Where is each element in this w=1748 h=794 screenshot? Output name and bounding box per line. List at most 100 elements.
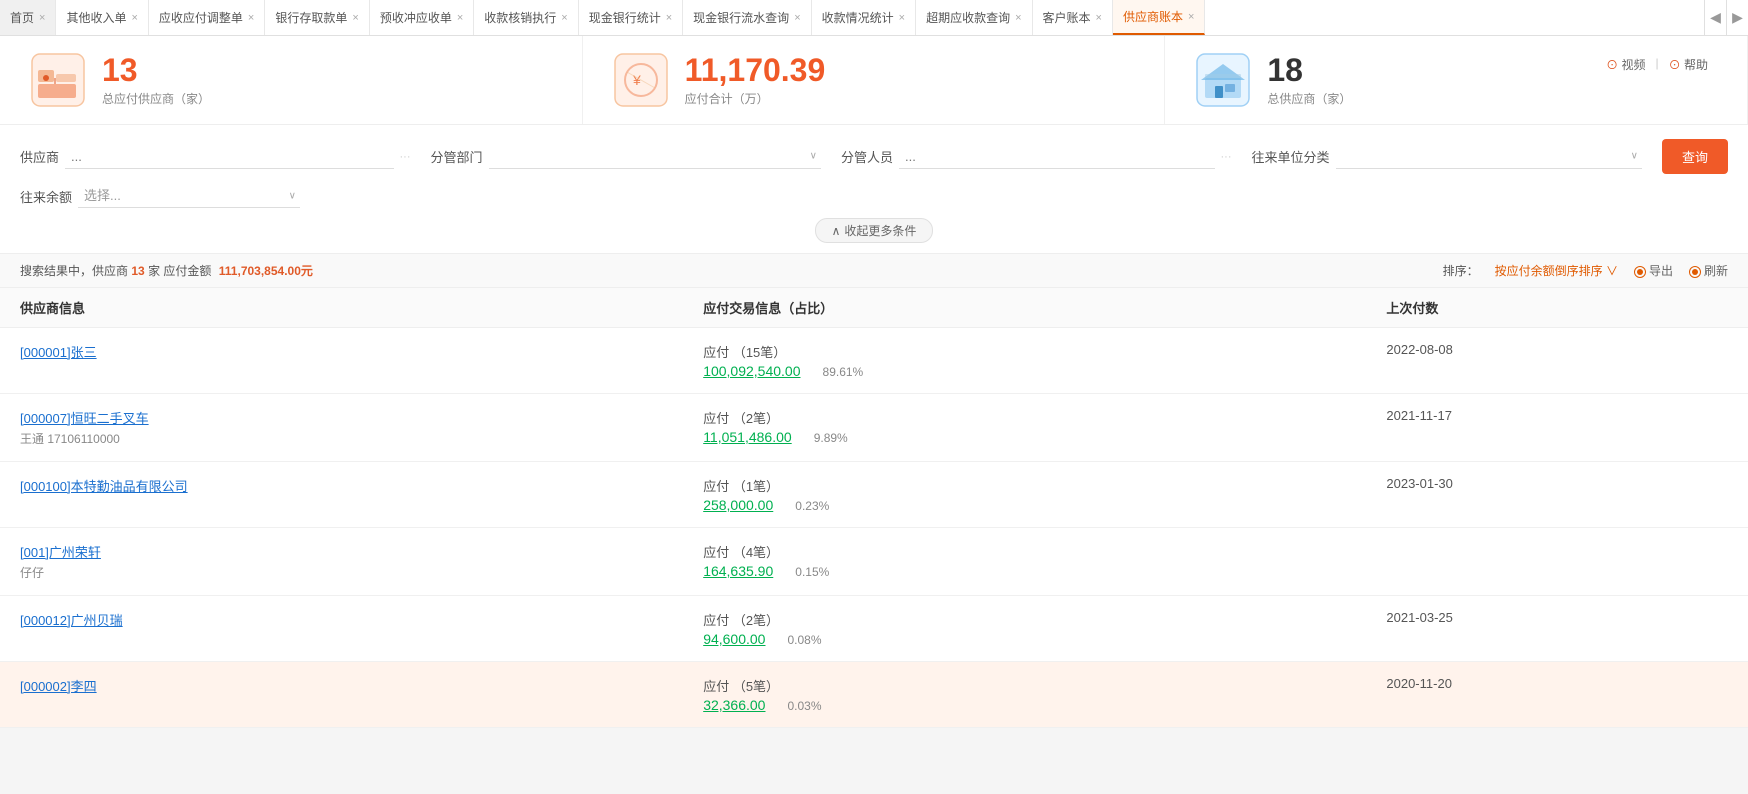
nav-tab-close-cash-bank-stat[interactable]: × [666,12,672,24]
table-row: [000007]恒旺二手叉车 王通 17106110000 应付 （2笔） 11… [0,394,1748,462]
supplier-link-1[interactable]: [000007]恒旺二手叉车 [20,411,149,426]
query-button[interactable]: 查询 [1662,139,1728,174]
ap-label-0: 应付 （15笔） [703,342,1386,361]
video-link[interactable]: ⊙ 视频 [1606,56,1645,73]
collapse-bar: ∧ 收起更多条件 [20,218,1728,243]
help-icon: ⊙ [1669,58,1681,72]
sort-select[interactable]: 按应付余额倒序排序 ∨ [1495,262,1618,279]
supplier-link-0[interactable]: [000001]张三 [20,345,97,360]
nav-tab-other-income[interactable]: 其他收入单 × [56,0,148,35]
person-input-dots: ··· [1221,151,1232,163]
ap-percent-1: 9.89% [814,431,848,445]
nav-arrows: ◀ ▶ [1704,0,1748,36]
nav-tab-label: 其他收入单 [66,9,126,26]
balance-select-wrap: 选择... ∨ [78,184,300,208]
nav-tab-close-cash-flow-query[interactable]: × [794,12,800,24]
last-payment-cell-4: 2021-03-25 [1386,610,1728,625]
supplier-input-dots: ··· [400,151,411,163]
nav-tab-close-home[interactable]: × [39,12,45,24]
supplier-cell-1: [000007]恒旺二手叉车 王通 17106110000 [20,408,703,447]
nav-tab-close-other-income[interactable]: × [131,12,137,24]
export-button[interactable]: 导出 [1634,262,1673,279]
stat-total-ap-suppliers: 13 总应付供应商（家） [0,36,583,124]
ap-amount-4[interactable]: 94,600.00 [703,631,765,647]
person-input[interactable] [899,145,1214,169]
supplier-sub-1: 王通 17106110000 [20,430,703,447]
ap-percent-4: 0.08% [787,633,821,647]
result-bar-right: 排序： 按应付余额倒序排序 ∨ 导出 刷新 [1443,262,1728,279]
nav-tab-close-overdue-ar-query[interactable]: × [1015,12,1021,24]
nav-tab-receipt-write-off[interactable]: 收款核销执行× [474,0,578,35]
nav-prev-arrow[interactable]: ◀ [1704,0,1726,36]
ap-amount-3[interactable]: 164,635.90 [703,563,773,579]
nav-tab-close-receipt-stat[interactable]: × [899,12,905,24]
filter-person: 分管人员 ··· [841,145,1232,169]
nav-tab-ar-ap-adjust[interactable]: 应收应付调整单× [149,0,265,35]
result-amount-value: 111,703,854.00元 [219,264,313,278]
supplier-link-2[interactable]: [000100]本特勤油品有限公司 [20,479,188,494]
refresh-button[interactable]: 刷新 [1689,262,1728,279]
ap-label-4: 应付 （2笔） [703,610,1386,629]
nav-tab-cash-flow-query[interactable]: 现金银行流水查询 × [683,0,811,35]
last-payment-date-0: 2022-08-08 [1386,342,1453,357]
nav-tab-close-receipt-write-off[interactable]: × [561,12,567,24]
supplier-link-5[interactable]: [000002]李四 [20,679,97,694]
ap-percent-0: 89.61% [823,365,864,379]
sort-arrow-icon: ∨ [1606,264,1618,278]
nav-tab-supplier-ledger[interactable]: 供应商账本× [1113,0,1205,35]
nav-tab-close-supplier-ledger[interactable]: × [1188,11,1194,23]
top-navigation: 首页×其他收入单×应收应付调整单×银行存取款单×预收冲应收单×收款核销执行×现金… [0,0,1748,36]
nav-tab-label: 现金银行统计 [589,9,661,26]
nav-tab-label: 预收冲应收单 [380,9,452,26]
nav-tab-label: 现金银行流水查询 [693,9,789,26]
ap-amount-2[interactable]: 258,000.00 [703,497,773,513]
nav-tab-receipt-stat[interactable]: 收款情况统计× [812,0,916,35]
supplier-cell-5: [000002]李四 [20,676,703,695]
stat-content-ap-amount: 11,170.39 应付合计（万） [685,54,826,107]
filter-balance: 往来余额 选择... ∨ [20,184,300,208]
result-summary: 搜索结果中，供应商 13 家 应付金额 111,703,854.00元 [20,262,313,279]
last-payment-date-5: 2020-11-20 [1386,676,1452,691]
filter-category: 往来单位分类 ∨ [1252,145,1643,169]
stat-ap-supplier-count: 13 [102,54,210,86]
last-payment-cell-1: 2021-11-17 [1386,408,1728,423]
refresh-radio [1689,264,1701,278]
supplier-link-3[interactable]: [001]广州荣轩 [20,545,101,560]
nav-tab-bank-deposit[interactable]: 银行存取款单× [265,0,369,35]
supplier-link-4[interactable]: [000012]广州贝瑞 [20,613,123,628]
category-select[interactable] [1336,145,1642,168]
collapse-button[interactable]: ∧ 收起更多条件 [815,218,934,243]
nav-tab-close-bank-deposit[interactable]: × [352,12,358,24]
ap-amount-1[interactable]: 11,051,486.00 [703,429,792,445]
export-radio [1634,264,1646,278]
nav-tab-overdue-ar-query[interactable]: 超期应收款查询× [916,0,1032,35]
ap-cell-0: 应付 （15笔） 100,092,540.00 89.61% [703,342,1386,379]
ap-label-1: 应付 （2笔） [703,408,1386,427]
ap-label-2: 应付 （1笔） [703,476,1386,495]
dept-select[interactable] [489,145,821,168]
supplier-label: 供应商 [20,147,59,166]
filter-row-2: 往来余额 选择... ∨ [20,184,1728,208]
nav-tab-close-prepay-ar[interactable]: × [457,12,463,24]
nav-tab-customer-ledger[interactable]: 客户账本× [1033,0,1113,35]
result-amount-label: 应付金额 [163,264,211,278]
ap-amount-0[interactable]: 100,092,540.00 [703,363,800,379]
ap-cell-2: 应付 （1笔） 258,000.00 0.23% [703,476,1386,513]
supplier-cell-0: [000001]张三 [20,342,703,361]
help-link[interactable]: ⊙ 帮助 [1669,56,1708,73]
stat-ap-amount-value: 11,170.39 [685,54,826,86]
supplier-cell-4: [000012]广州贝瑞 [20,610,703,629]
balance-select[interactable]: 选择... [78,184,300,207]
filter-dept: 分管部门 ∨ [431,145,822,169]
supplier-input[interactable] [65,145,393,169]
nav-next-arrow[interactable]: ▶ [1726,0,1748,36]
nav-tab-close-ar-ap-adjust[interactable]: × [248,12,254,24]
table-body: [000001]张三 应付 （15笔） 100,092,540.00 89.61… [0,328,1748,728]
nav-tab-home[interactable]: 首页× [0,0,56,35]
table-row: [001]广州荣轩 仔仔 应付 （4笔） 164,635.90 0.15% [0,528,1748,596]
export-label: 导出 [1649,262,1673,279]
nav-tab-cash-bank-stat[interactable]: 现金银行统计 × [579,0,683,35]
nav-tab-close-customer-ledger[interactable]: × [1096,12,1102,24]
nav-tab-prepay-ar[interactable]: 预收冲应收单 × [370,0,474,35]
ap-amount-5[interactable]: 32,366.00 [703,697,765,713]
